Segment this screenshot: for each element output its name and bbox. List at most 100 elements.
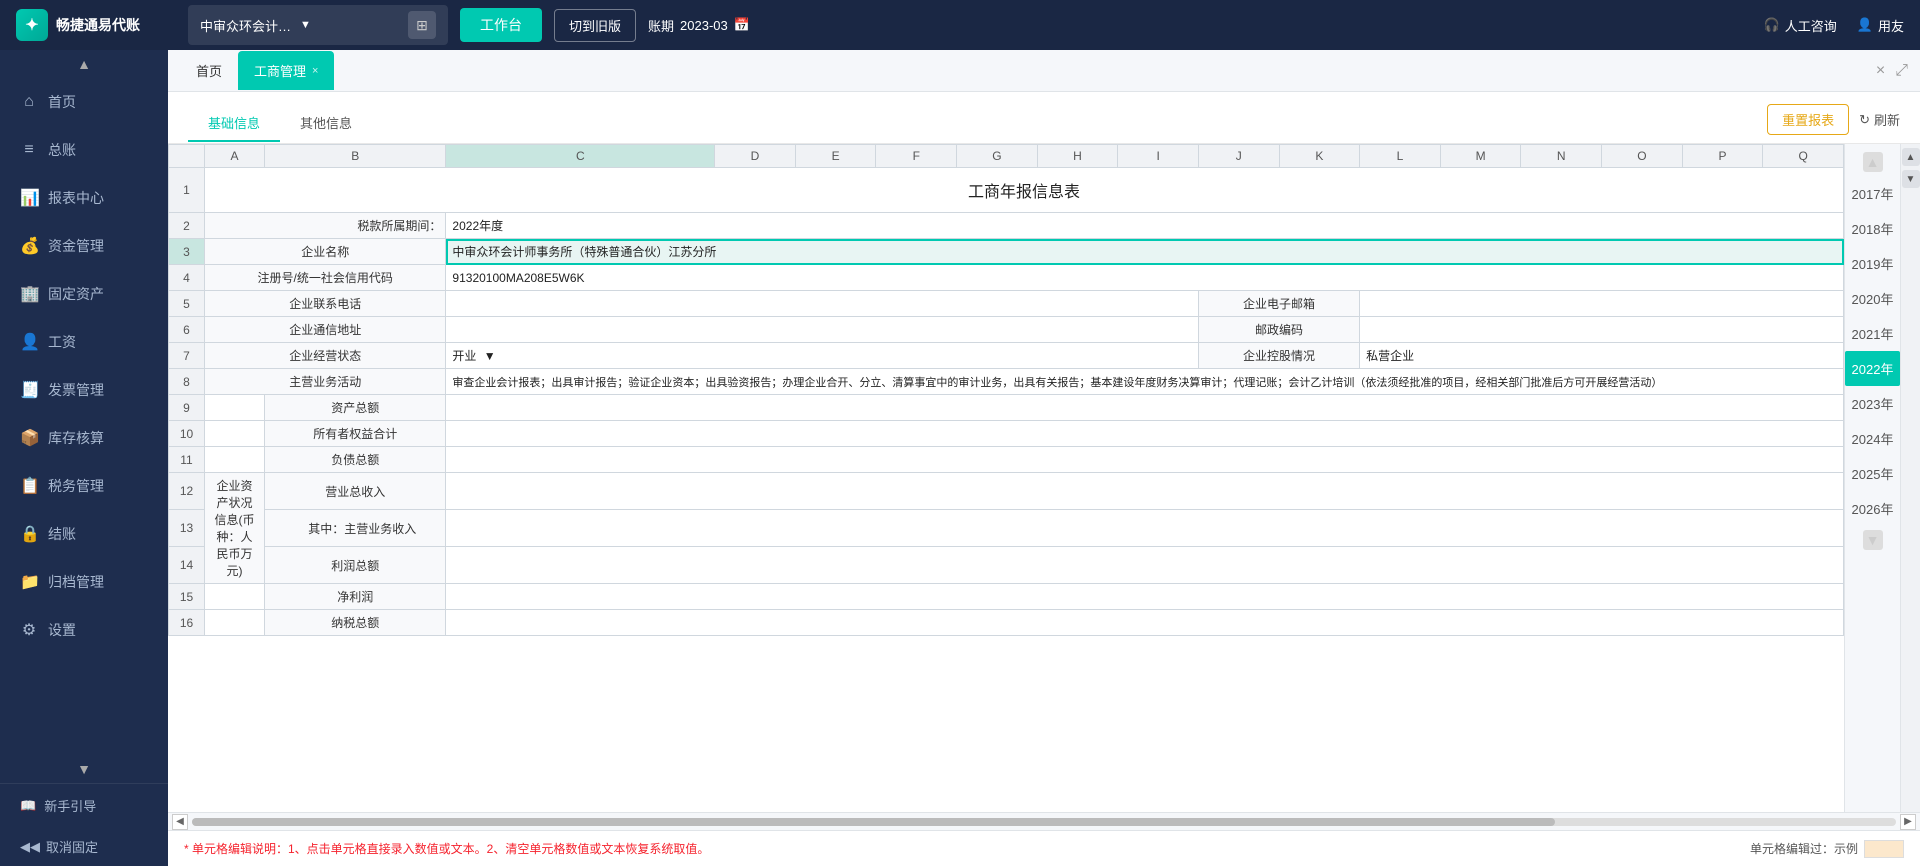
year-item-2017[interactable]: 2017年 (1845, 176, 1900, 211)
col-header-e[interactable]: E (795, 145, 876, 168)
address-value[interactable] (446, 317, 1199, 343)
col-header-g[interactable]: G (957, 145, 1038, 168)
sidebar-scroll-up[interactable]: ▲ (0, 50, 168, 78)
tab-business[interactable]: 工商管理 × (238, 51, 334, 90)
col-header-d[interactable]: D (715, 145, 796, 168)
sidebar-item-close[interactable]: 🔒 结账 (0, 510, 168, 558)
year-item-2020[interactable]: 2020年 (1845, 281, 1900, 316)
email-label: 企业电子邮箱 (1198, 291, 1359, 317)
reg-code-value[interactable]: 91320100MA208E5W6K (446, 265, 1844, 291)
scroll-left-button[interactable]: ◀ (172, 814, 188, 830)
phone-value[interactable] (446, 291, 1199, 317)
col-header-n[interactable]: N (1521, 145, 1602, 168)
col-header-c[interactable]: C (446, 145, 715, 168)
sidebar-item-ledger[interactable]: ≡ 总账 (0, 126, 168, 174)
postcode-value[interactable] (1360, 317, 1844, 343)
title-cell[interactable]: 工商年报信息表 (205, 168, 1844, 213)
col-header-a[interactable]: A (205, 145, 265, 168)
sidebar-item-finance[interactable]: 💰 资金管理 (0, 222, 168, 270)
spreadsheet-main[interactable]: A B C D E F G H I J K L M (168, 144, 1844, 812)
col-header-k[interactable]: K (1279, 145, 1360, 168)
col-header-b[interactable]: B (265, 145, 446, 168)
col-header-h[interactable]: H (1037, 145, 1118, 168)
biz-status-value[interactable]: 开业 ▼ (446, 343, 1199, 369)
sidebar-item-inventory[interactable]: 📦 库存核算 (0, 414, 168, 462)
year-nav-up[interactable]: ▲ (1845, 148, 1900, 176)
year-item-2024[interactable]: 2024年 (1845, 421, 1900, 456)
window-close-button[interactable]: × (1876, 62, 1885, 80)
table-row: 7 企业经营状态 开业 ▼ 企业控股情况 私营企业 (169, 343, 1844, 369)
collapse-btn-up[interactable]: ▲ (1902, 148, 1920, 166)
col-header-p[interactable]: P (1682, 145, 1763, 168)
calendar-icon[interactable]: 📅 (734, 17, 750, 33)
table-row: 16 纳税总额 (169, 610, 1844, 636)
sidebar-item-reports[interactable]: 📊 报表中心 (0, 174, 168, 222)
main-revenue-value[interactable] (446, 510, 1844, 547)
sidebar-item-tax[interactable]: 📋 税务管理 (0, 462, 168, 510)
table-row: 2 税款所属期间： 2022年度 (169, 213, 1844, 239)
sidebar-label-payroll: 工资 (48, 332, 76, 352)
row-num-16: 16 (169, 610, 205, 636)
year-item-2022[interactable]: 2022年 (1845, 351, 1900, 386)
year-item-2023[interactable]: 2023年 (1845, 386, 1900, 421)
scroll-track[interactable] (192, 818, 1896, 826)
tab-home[interactable]: 首页 (180, 51, 238, 90)
col-header-o[interactable]: O (1602, 145, 1683, 168)
sub-tab-basic-label: 基础信息 (208, 116, 260, 131)
control-value[interactable]: 私营企业 (1360, 343, 1844, 369)
status-note: * 单元格编辑说明：1、点击单元格直接录入数值或文本。2、清空单元格数值或文本恢… (184, 840, 709, 857)
archive-icon: 📁 (20, 572, 38, 592)
scroll-right-button[interactable]: ▶ (1900, 814, 1916, 830)
sidebar-item-archive[interactable]: 📁 归档管理 (0, 558, 168, 606)
col-header-f[interactable]: F (876, 145, 957, 168)
sidebar-item-assets[interactable]: 🏢 固定资产 (0, 270, 168, 318)
reset-report-button[interactable]: 重置报表 (1767, 104, 1849, 135)
collapse-btn-down[interactable]: ▼ (1902, 170, 1920, 188)
cancel-fixed[interactable]: ◀◀ 取消固定 (0, 827, 168, 866)
equity-value[interactable] (446, 421, 1844, 447)
period-value-cell[interactable]: 2022年度 (446, 213, 1844, 239)
company-selector[interactable]: 中审众环会计师事务所（特殊普通合伙… ▼ ⊞ (188, 5, 448, 45)
assets-value[interactable] (446, 395, 1844, 421)
company-name-value[interactable]: 中审众环会计师事务所（特殊普通合伙）江苏分所 (446, 239, 1844, 265)
consult-button[interactable]: 🎧 人工咨询 (1764, 16, 1837, 35)
revenue-value[interactable] (446, 473, 1844, 510)
liability-value[interactable] (446, 447, 1844, 473)
tab-close-icon[interactable]: × (312, 65, 318, 77)
biz-status-dropdown-icon[interactable]: ▼ (484, 349, 496, 363)
tab-home-label: 首页 (196, 61, 222, 80)
year-item-2019[interactable]: 2019年 (1845, 246, 1900, 281)
col-header-i[interactable]: I (1118, 145, 1199, 168)
year-item-2025[interactable]: 2025年 (1845, 456, 1900, 491)
company-name: 中审众环会计师事务所（特殊普通合伙… (200, 16, 294, 35)
refresh-button[interactable]: ↻ 刷新 (1859, 110, 1900, 129)
new-user-guide[interactable]: 📖 新手引导 (0, 783, 168, 827)
col-header-l[interactable]: L (1360, 145, 1441, 168)
year-item-2026[interactable]: 2026年 (1845, 491, 1900, 526)
sub-tab-other[interactable]: 其他信息 (280, 105, 372, 142)
workbench-button[interactable]: 工作台 (460, 8, 542, 42)
col-header-m[interactable]: M (1440, 145, 1521, 168)
year-nav-down[interactable]: ▼ (1845, 526, 1900, 554)
sidebar-item-payroll[interactable]: 👤 工资 (0, 318, 168, 366)
col-header-q[interactable]: Q (1763, 145, 1844, 168)
status-example: 单元格编辑过：示例 (1750, 840, 1904, 858)
net-profit-value[interactable] (446, 584, 1844, 610)
tab-bar: 首页 工商管理 × × ⤢ (168, 50, 1920, 92)
sidebar-item-home[interactable]: ⌂ 首页 (0, 78, 168, 126)
user-button[interactable]: 👤 用友 (1857, 16, 1904, 35)
logo-text: 畅捷通易代账 (56, 15, 140, 35)
sidebar-item-invoice[interactable]: 🧾 发票管理 (0, 366, 168, 414)
main-biz-value[interactable]: 审查企业会计报表；出具审计报告；验证企业资本；出具验资报告；办理企业合开、分立、… (446, 369, 1844, 395)
sub-tab-basic[interactable]: 基础信息 (188, 105, 280, 142)
sidebar-scroll-down[interactable]: ▼ (0, 755, 168, 783)
year-item-2021[interactable]: 2021年 (1845, 316, 1900, 351)
window-expand-button[interactable]: ⤢ (1895, 62, 1908, 80)
year-item-2018[interactable]: 2018年 (1845, 211, 1900, 246)
col-header-j[interactable]: J (1198, 145, 1279, 168)
tax-total-value[interactable] (446, 610, 1844, 636)
email-value[interactable] (1360, 291, 1844, 317)
profit-value[interactable] (446, 547, 1844, 584)
sidebar-item-settings[interactable]: ⚙ 设置 (0, 606, 168, 654)
old-version-button[interactable]: 切到旧版 (554, 9, 636, 42)
